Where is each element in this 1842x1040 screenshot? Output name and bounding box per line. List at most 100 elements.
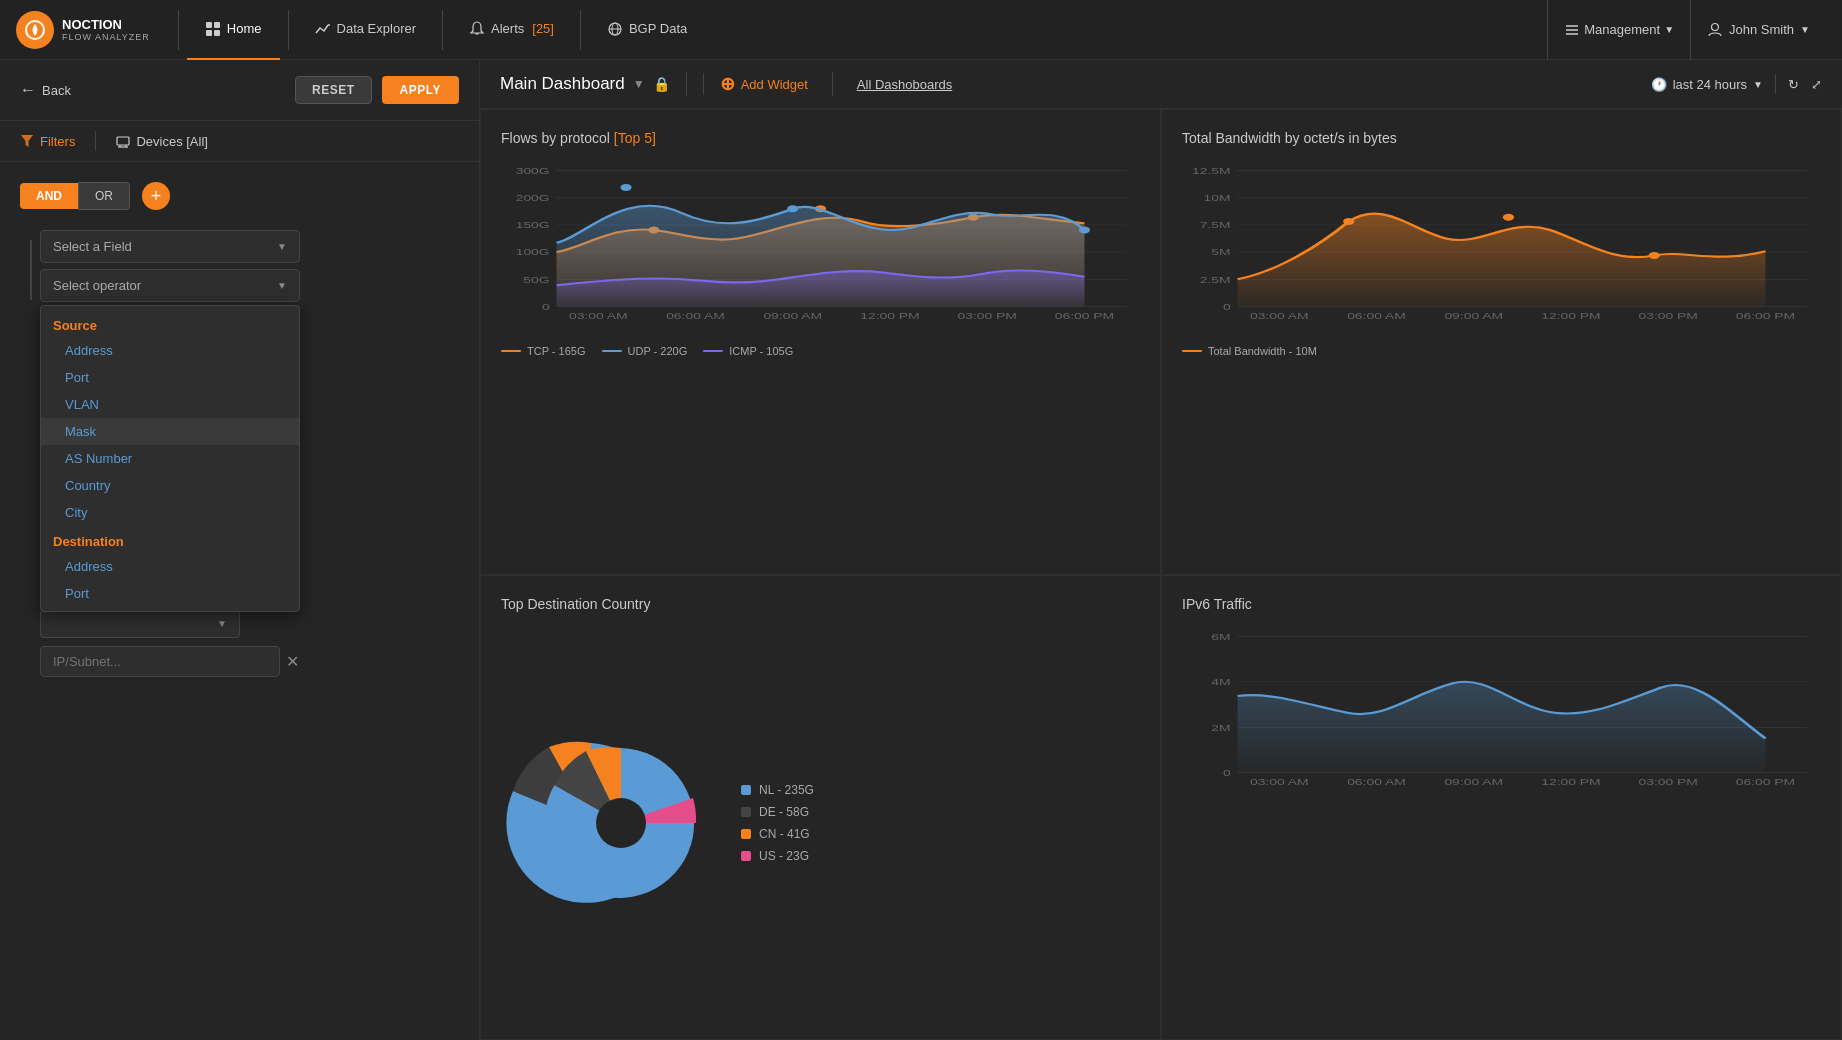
user-menu[interactable]: John Smith ▼	[1691, 0, 1826, 60]
bandwidth-chart-svg: 12.5M 10M 7.5M 5M 2.5M 0 03:00 AM 06:00 …	[1182, 162, 1821, 332]
svg-text:06:00 PM: 06:00 PM	[1736, 312, 1795, 321]
pie-container: NL - 235G DE - 58G CN - 41G US - 23	[501, 628, 1140, 1020]
dropdown-item-address-dst[interactable]: Address	[41, 553, 299, 580]
nav-alerts-badge: [25]	[532, 21, 554, 36]
pie-legend-de: DE - 58G	[741, 805, 814, 819]
all-dashboards-button[interactable]: All Dashoboards	[857, 77, 952, 92]
left-panel: ← Back RESET APPLY Filters Devices [All]…	[0, 60, 480, 1040]
select-operator-chevron: ▼	[277, 280, 287, 291]
refresh-button[interactable]: ↻	[1788, 77, 1799, 92]
svg-text:4M: 4M	[1211, 677, 1230, 686]
svg-text:50G: 50G	[523, 275, 549, 284]
svg-text:6M: 6M	[1211, 632, 1230, 641]
chart-flows-highlight: [Top 5]	[614, 130, 656, 146]
dropdown-item-port-dst[interactable]: Port	[41, 580, 299, 607]
action-buttons: RESET APPLY	[295, 76, 459, 104]
svg-point-59	[1343, 218, 1354, 225]
ip-input-close[interactable]: ✕	[286, 652, 299, 671]
bell-icon	[469, 21, 485, 37]
time-divider	[1775, 74, 1776, 94]
dropdown-item-mask[interactable]: Mask	[41, 418, 299, 445]
source-destination-dropdown: Source Address Port VLAN Mask AS Number …	[40, 305, 300, 612]
dropdown-item-as-number[interactable]: AS Number	[41, 445, 299, 472]
svg-text:0: 0	[542, 303, 550, 312]
chart-destination-title: Top Destination Country	[501, 596, 1140, 612]
select-field-row: Select a Field ▼	[40, 230, 459, 263]
svg-rect-1	[206, 22, 212, 28]
reset-button[interactable]: RESET	[295, 76, 372, 104]
time-selector[interactable]: 🕐 last 24 hours ▼	[1651, 77, 1763, 92]
svg-rect-4	[214, 30, 220, 36]
devices-icon	[116, 134, 130, 148]
logo-subtitle: FLOW ANALYZER	[62, 32, 150, 42]
svg-text:12:00 PM: 12:00 PM	[860, 312, 919, 321]
filter-group-container: Select a Field ▼ Select operator ▼ Sourc…	[20, 230, 459, 685]
filters-tab[interactable]: Filters	[20, 134, 75, 149]
add-widget-button[interactable]: ⊕ Add Widget	[703, 73, 808, 95]
dropdown-item-vlan[interactable]: VLAN	[41, 391, 299, 418]
chart-destination: Top Destination Country	[480, 575, 1161, 1041]
header-divider-1	[686, 72, 687, 96]
right-content: Main Dashboard ▼ 🔒 ⊕ Add Widget All Dash…	[480, 60, 1842, 1040]
filter-group: Select a Field ▼ Select operator ▼ Sourc…	[40, 230, 459, 685]
dashboard-title-area[interactable]: Main Dashboard ▼ 🔒	[500, 74, 670, 94]
dropdown-item-port-src[interactable]: Port	[41, 364, 299, 391]
legend-tcp: TCP - 165G	[501, 345, 586, 357]
svg-text:0: 0	[1223, 768, 1231, 777]
back-button[interactable]: ← Back	[20, 81, 71, 99]
svg-text:2.5M: 2.5M	[1200, 275, 1231, 284]
svg-text:09:00 AM: 09:00 AM	[763, 312, 822, 321]
svg-point-60	[1503, 214, 1514, 221]
nav-item-data-explorer[interactable]: Data Explorer	[297, 0, 434, 60]
nav-item-home[interactable]: Home	[187, 0, 280, 60]
apply-button[interactable]: APPLY	[382, 76, 459, 104]
clock-icon: 🕐	[1651, 77, 1667, 92]
svg-point-11	[1712, 23, 1719, 30]
dropdown-item-city-src[interactable]: City	[41, 499, 299, 526]
or-button[interactable]: OR	[78, 182, 130, 210]
svg-text:09:00 AM: 09:00 AM	[1444, 777, 1503, 786]
svg-text:100G: 100G	[516, 248, 550, 257]
add-filter-button[interactable]: +	[142, 182, 170, 210]
nav-item-alerts[interactable]: Alerts [25]	[451, 0, 572, 60]
management-menu[interactable]: Management ▼	[1547, 0, 1691, 60]
svg-text:06:00 AM: 06:00 AM	[666, 312, 725, 321]
svg-text:06:00 PM: 06:00 PM	[1055, 312, 1114, 321]
chart-grid: Flows by protocol [Top 5] 300G 200G	[480, 109, 1842, 1040]
chart-flows-title: Flows by protocol [Top 5]	[501, 130, 1140, 146]
filter-row4-field[interactable]: ▼	[40, 609, 240, 638]
svg-point-40	[1079, 227, 1090, 234]
select-operator-dropdown[interactable]: Select operator ▼	[40, 269, 300, 302]
chart-line-icon	[315, 21, 331, 37]
plus-icon: ⊕	[720, 73, 735, 95]
and-button[interactable]: AND	[20, 183, 78, 209]
chart-ipv6-area: 6M 4M 2M 0 03:00 AM 06:00 AM 09:00 AM 12…	[1182, 628, 1821, 1020]
nav-item-bgp[interactable]: BGP Data	[589, 0, 705, 60]
nav-bgp-label: BGP Data	[629, 21, 687, 36]
select-field-dropdown[interactable]: Select a Field ▼	[40, 230, 300, 263]
ip-subnet-input[interactable]	[40, 646, 280, 677]
dashboard-right-controls: 🕐 last 24 hours ▼ ↻ ⤢	[1651, 74, 1822, 94]
pie-legend: NL - 235G DE - 58G CN - 41G US - 23	[741, 783, 814, 863]
svg-rect-2	[214, 22, 220, 28]
svg-text:03:00 PM: 03:00 PM	[957, 312, 1016, 321]
nav-divider-2	[288, 10, 289, 50]
filter-icon	[20, 134, 34, 148]
legend-udp: UDP - 220G	[602, 345, 688, 357]
svg-text:7.5M: 7.5M	[1200, 221, 1231, 230]
external-link-button[interactable]: ⤢	[1811, 77, 1822, 92]
dropdown-item-country-src[interactable]: Country	[41, 472, 299, 499]
user-label: John Smith	[1729, 22, 1794, 37]
add-widget-label: Add Widget	[741, 77, 808, 92]
legend-icmp: ICMP - 105G	[703, 345, 793, 357]
legend-total-bw: Total Bandwidth - 10M	[1182, 345, 1317, 357]
svg-text:06:00 AM: 06:00 AM	[1347, 777, 1406, 786]
svg-text:12:00 PM: 12:00 PM	[1541, 777, 1600, 786]
lock-icon: 🔒	[653, 76, 670, 92]
user-chevron: ▼	[1800, 24, 1810, 35]
nav-divider-3	[442, 10, 443, 50]
devices-tab[interactable]: Devices [All]	[116, 134, 208, 149]
dropdown-item-address-src[interactable]: Address	[41, 337, 299, 364]
time-label: last 24 hours	[1673, 77, 1747, 92]
grid-icon	[205, 21, 221, 37]
